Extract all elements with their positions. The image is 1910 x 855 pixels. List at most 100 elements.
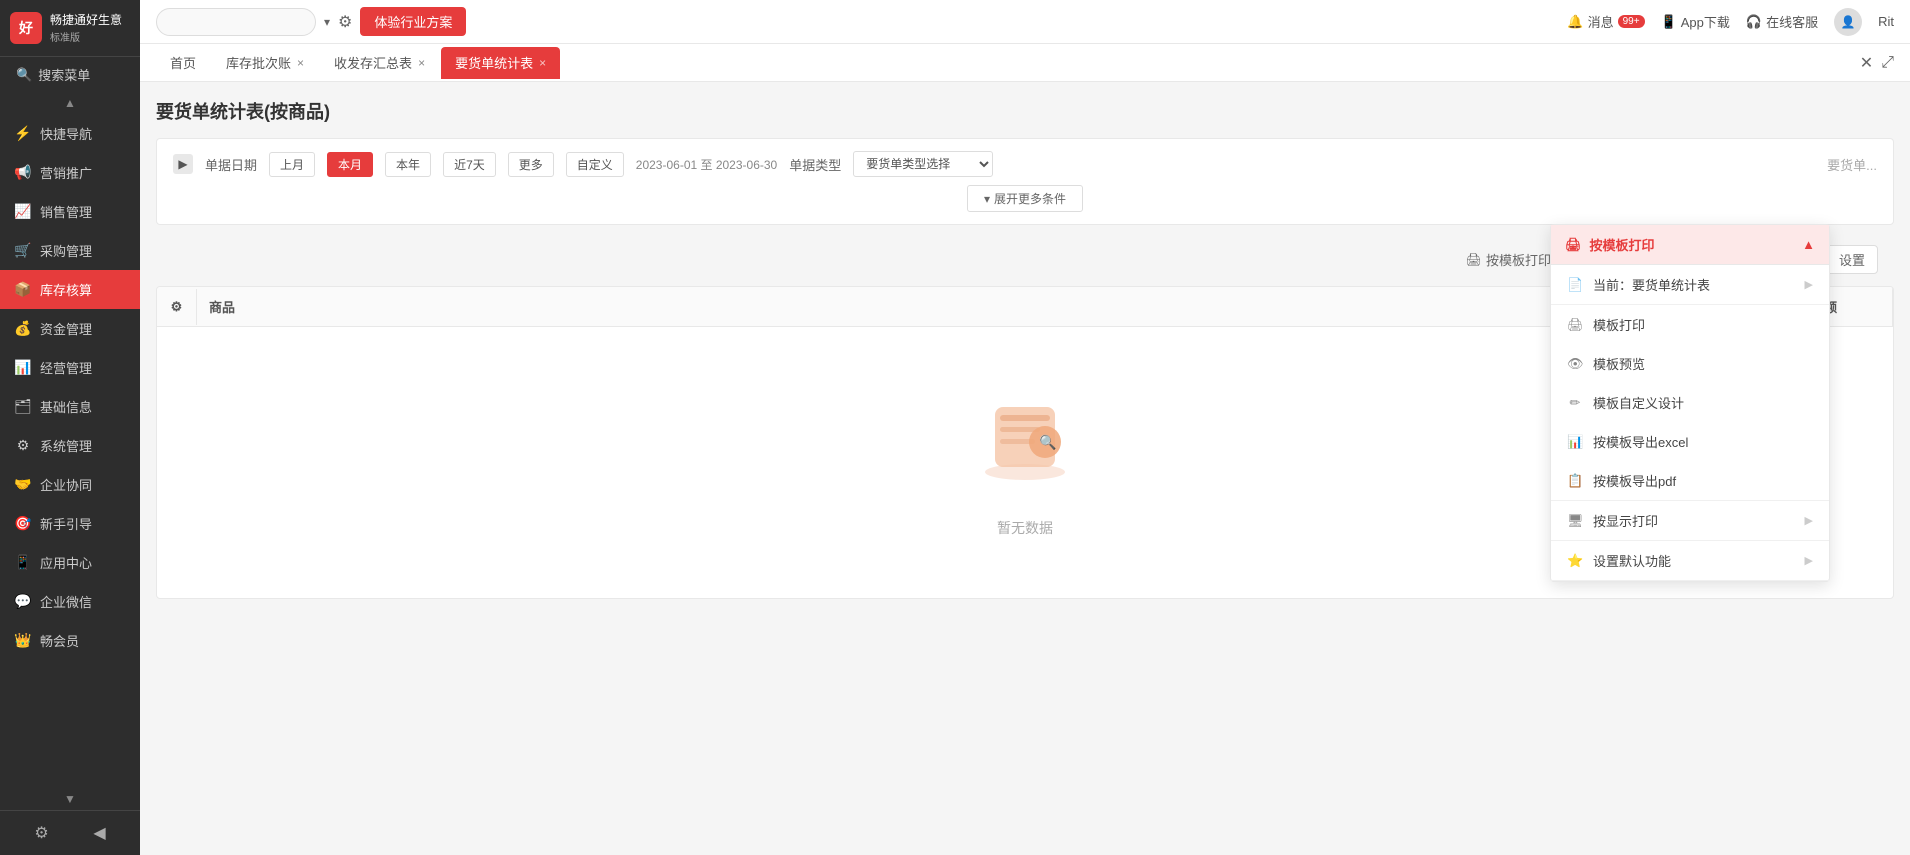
dropdown-section-items: 🖨 模板打印 👁 模板预览 ✏ 模板自定义设计 📊 按模板导出excel 📋 xyxy=(1551,305,1829,501)
tab-inventory-batch-close[interactable]: × xyxy=(297,56,304,70)
sidebar-item-finance[interactable]: 💰 资金管理 xyxy=(0,309,140,348)
empty-illustration: 🔍 xyxy=(965,387,1085,487)
printer-icon: 🖨 xyxy=(1465,252,1482,268)
wechat-icon: 💬 xyxy=(14,593,32,610)
service-icon: 🎧 xyxy=(1746,14,1762,30)
date-btn-last-month[interactable]: 上月 xyxy=(269,152,315,177)
sidebar-item-label: 库存核算 xyxy=(40,280,92,299)
sidebar-search[interactable]: 🔍 搜索菜单 xyxy=(0,57,140,92)
dropdown-item-template-preview[interactable]: 👁 模板预览 xyxy=(1551,344,1829,383)
sidebar-item-guide[interactable]: 🎯 新手引导 xyxy=(0,504,140,543)
template-pdf-icon: 📋 xyxy=(1567,473,1583,489)
scroll-down[interactable]: ▼ xyxy=(0,788,140,810)
sidebar-item-wechat[interactable]: 💬 企业微信 xyxy=(0,582,140,621)
notifications-btn[interactable]: 🔔 消息 99+ xyxy=(1567,12,1644,31)
sidebar-item-quick-nav[interactable]: ⚡ 快捷导航 xyxy=(0,114,140,153)
dropdown-item-template-excel[interactable]: 📊 按模板导出excel xyxy=(1551,422,1829,461)
dropdown-section-current: 📄 当前：要货单统计表 ▶ xyxy=(1551,265,1829,305)
dropdown-current-label: 当前：要货单统计表 xyxy=(1593,275,1710,294)
tab-receipt-summary-close[interactable]: × xyxy=(418,56,425,70)
search-icon: 🔍 xyxy=(16,67,32,83)
dropdown-collapse-btn[interactable]: ▲ xyxy=(1802,237,1815,252)
sidebar-item-inventory[interactable]: 📦 库存核算 xyxy=(0,270,140,309)
app-download-btn[interactable]: 📱 App下载 xyxy=(1661,12,1730,31)
sidebar-nav: ⚡ 快捷导航 📢 营销推广 📈 销售管理 🛒 采购管理 📦 库存核算 💰 资金管… xyxy=(0,114,140,788)
dropdown-item-set-default[interactable]: ⭐ 设置默认功能 ▶ xyxy=(1551,541,1829,580)
dropdown-header[interactable]: 🖨 按模板打印 ▲ xyxy=(1551,225,1829,265)
chevron-right-icon: ▶ xyxy=(1805,278,1813,291)
tabbar: 首页 库存批次账 × 收发存汇总表 × 要货单统计表 × ✕ ⤢ xyxy=(140,44,1910,82)
sidebar-item-basic[interactable]: 🗂 基础信息 xyxy=(0,387,140,426)
logo-name: 畅捷通好生意 xyxy=(50,12,122,29)
tab-receipt-summary[interactable]: 收发存汇总表 × xyxy=(320,47,439,79)
display-print-label: 按显示打印 xyxy=(1593,511,1658,530)
tab-inventory-batch[interactable]: 库存批次账 × xyxy=(212,47,318,79)
topbar-search-input[interactable] xyxy=(156,8,316,36)
empty-text: 暂无数据 xyxy=(997,518,1053,538)
date-btn-more[interactable]: 更多 xyxy=(508,152,554,177)
filter-row-2: ▾ 展开更多条件 xyxy=(173,185,1877,212)
printer-header-icon: 🖨 xyxy=(1565,237,1582,253)
tab-home-label: 首页 xyxy=(170,53,196,72)
sidebar-item-purchase[interactable]: 🛒 采购管理 xyxy=(0,231,140,270)
sidebar-item-label: 销售管理 xyxy=(40,202,92,221)
sidebar-item-label: 系统管理 xyxy=(40,436,92,455)
page-title: 要货单统计表(按商品) xyxy=(156,98,1894,124)
avatar-placeholder: 👤 xyxy=(1841,15,1856,29)
template-preview-icon: 👁 xyxy=(1567,356,1583,372)
sales-icon: 📈 xyxy=(14,203,32,220)
filter-expand-btn[interactable]: ▶ xyxy=(173,154,193,174)
avatar[interactable]: 👤 xyxy=(1834,8,1862,36)
sidebar-item-operation[interactable]: 📊 经营管理 xyxy=(0,348,140,387)
close-window-btn[interactable]: ✕ xyxy=(1860,53,1873,73)
dropdown-section-default: ⭐ 设置默认功能 ▶ xyxy=(1551,541,1829,581)
print-dropdown-menu: 🖨 按模板打印 ▲ 📄 当前：要货单统计表 ▶ 🖨 模板打印 👁 xyxy=(1550,224,1830,582)
dropdown-item-template-pdf[interactable]: 📋 按模板导出pdf xyxy=(1551,461,1829,500)
sidebar-item-marketing[interactable]: 📢 营销推广 xyxy=(0,153,140,192)
tab-order-stats[interactable]: 要货单统计表 × xyxy=(441,47,560,79)
online-service-btn[interactable]: 🎧 在线客服 xyxy=(1746,12,1818,31)
date-btn-custom[interactable]: 自定义 xyxy=(566,152,624,177)
collapse-btn[interactable]: ◀ xyxy=(93,823,105,843)
notifications-badge: 99+ xyxy=(1618,15,1645,28)
sidebar-logo: 好 畅捷通好生意 标准版 xyxy=(0,0,140,57)
order-type-label: 单据类型 xyxy=(789,155,841,174)
order-type-select[interactable]: 要货单类型选择 xyxy=(853,151,993,177)
sidebar-item-collab[interactable]: 🤝 企业协同 xyxy=(0,465,140,504)
date-btn-7days[interactable]: 近7天 xyxy=(443,152,496,177)
expand-more-btn[interactable]: ▾ 展开更多条件 xyxy=(967,185,1083,212)
maximize-window-btn[interactable]: ⤢ xyxy=(1881,54,1894,72)
sidebar-item-apps[interactable]: 📱 应用中心 xyxy=(0,543,140,582)
table-settings-btn[interactable]: 设置 xyxy=(1826,245,1878,274)
topbar-settings-icon[interactable]: ⚙ xyxy=(338,12,352,32)
sidebar-item-system[interactable]: ⚙ 系统管理 xyxy=(0,426,140,465)
settings-footer-btn[interactable]: ⚙ xyxy=(34,823,48,843)
th-settings[interactable]: ⚙ xyxy=(157,289,197,325)
tab-home[interactable]: 首页 xyxy=(156,47,210,79)
sidebar-item-member[interactable]: 👑 畅会员 xyxy=(0,621,140,660)
date-btn-current-year[interactable]: 本年 xyxy=(385,152,431,177)
sidebar-footer: ⚙ ◀ xyxy=(0,810,140,855)
date-btn-current-month[interactable]: 本月 xyxy=(327,152,373,177)
dropdown-item-template-print[interactable]: 🖨 模板打印 xyxy=(1551,305,1829,344)
dropdown-item-display-print[interactable]: 🖥 按显示打印 ▶ xyxy=(1551,501,1829,540)
sidebar-item-sales[interactable]: 📈 销售管理 xyxy=(0,192,140,231)
tabbar-end: ✕ ⤢ xyxy=(1860,53,1894,73)
svg-text:🔍: 🔍 xyxy=(1039,433,1056,451)
sidebar-item-label: 应用中心 xyxy=(40,553,92,572)
topbar-dropdown-btn[interactable]: ▾ xyxy=(324,15,330,29)
date-label: 单据日期 xyxy=(205,155,257,174)
scroll-up[interactable]: ▲ xyxy=(0,92,140,114)
industry-btn[interactable]: 体验行业方案 xyxy=(360,7,466,36)
th-goods: 商品 xyxy=(197,287,1573,326)
sidebar: 好 畅捷通好生意 标准版 🔍 搜索菜单 ▲ ⚡ 快捷导航 📢 营销推广 📈 销售… xyxy=(0,0,140,855)
dropdown-item-template-design[interactable]: ✏ 模板自定义设计 xyxy=(1551,383,1829,422)
sidebar-item-label: 经营管理 xyxy=(40,358,92,377)
tab-order-stats-close[interactable]: × xyxy=(539,56,546,70)
dropdown-item-current[interactable]: 📄 当前：要货单统计表 ▶ xyxy=(1551,265,1829,304)
notifications-label: 消息 xyxy=(1588,12,1614,31)
apps-icon: 📱 xyxy=(14,554,32,571)
filter-row-1: ▶ 单据日期 上月 本月 本年 近7天 更多 自定义 2023-06-01 至 … xyxy=(173,151,1877,177)
template-excel-icon: 📊 xyxy=(1567,434,1583,450)
template-pdf-label: 按模板导出pdf xyxy=(1593,471,1676,490)
